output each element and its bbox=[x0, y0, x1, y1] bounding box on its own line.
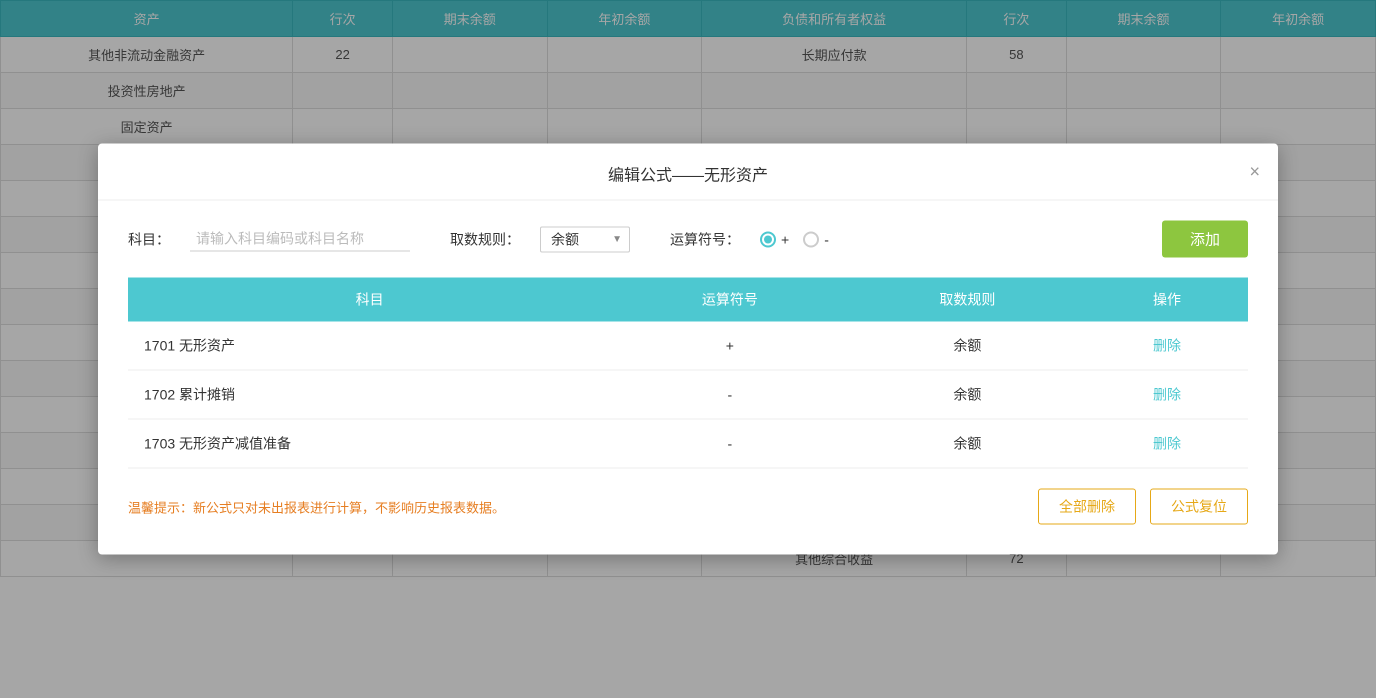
delete-row-link[interactable]: 删除 bbox=[1153, 387, 1181, 403]
add-button[interactable]: 添加 bbox=[1162, 221, 1248, 258]
edit-formula-modal: 编辑公式——无形资产 × 科目： 取数规则： 余额 借方 贷方 借方发生额 贷方… bbox=[98, 144, 1278, 555]
formula-rule-cell: 余额 bbox=[849, 419, 1086, 468]
operator-minus-radio[interactable]: - bbox=[803, 231, 829, 247]
modal-title: 编辑公式——无形资产 bbox=[608, 162, 768, 186]
modal-table-wrapper: 科目 运算符号 取数规则 操作 1701 无形资产+余额删除1702 累计摊销-… bbox=[128, 278, 1248, 469]
formula-subject-cell: 1701 无形资产 bbox=[128, 322, 611, 371]
modal-header: 编辑公式——无形资产 × bbox=[98, 144, 1278, 201]
delete-row-link[interactable]: 删除 bbox=[1153, 338, 1181, 354]
formula-table: 科目 运算符号 取数规则 操作 1701 无形资产+余额删除1702 累计摊销-… bbox=[128, 278, 1248, 469]
operator-plus-radio[interactable]: + bbox=[760, 231, 789, 247]
operator-plus-label: + bbox=[781, 231, 789, 247]
rule-select-wrapper: 余额 借方 贷方 借方发生额 贷方发生额 ▼ bbox=[540, 226, 630, 252]
formula-rule-cell: 余额 bbox=[849, 322, 1086, 371]
subject-input[interactable] bbox=[190, 227, 410, 252]
delete-all-button[interactable]: 全部删除 bbox=[1038, 489, 1136, 525]
formula-reset-button[interactable]: 公式复位 bbox=[1150, 489, 1248, 525]
form-row: 科目： 取数规则： 余额 借方 贷方 借方发生额 贷方发生额 ▼ 运算符号： +… bbox=[98, 201, 1278, 278]
formula-table-row: 1702 累计摊销-余额 删除 bbox=[128, 370, 1248, 419]
formula-action-cell: 删除 bbox=[1086, 322, 1248, 371]
formula-table-row: 1701 无形资产+余额 删除 bbox=[128, 322, 1248, 371]
th-action: 操作 bbox=[1086, 278, 1248, 322]
table-header-row: 科目 运算符号 取数规则 操作 bbox=[128, 278, 1248, 322]
operator-minus-label: - bbox=[824, 231, 829, 247]
footer-tip: 温馨提示：新公式只对未出报表进行计算，不影响历史报表数据。 bbox=[128, 497, 505, 516]
delete-row-link[interactable]: 删除 bbox=[1153, 436, 1181, 452]
formula-table-row: 1703 无形资产减值准备-余额 删除 bbox=[128, 419, 1248, 468]
operator-label: 运算符号： bbox=[670, 229, 740, 249]
th-rule: 取数规则 bbox=[849, 278, 1086, 322]
operator-radio-group: + - bbox=[760, 231, 829, 247]
rule-select[interactable]: 余额 借方 贷方 借方发生额 贷方发生额 bbox=[540, 226, 630, 252]
formula-subject-cell: 1703 无形资产减值准备 bbox=[128, 419, 611, 468]
th-operator: 运算符号 bbox=[611, 278, 848, 322]
radio-minus-circle bbox=[803, 231, 819, 247]
formula-action-cell: 删除 bbox=[1086, 419, 1248, 468]
modal-close-button[interactable]: × bbox=[1249, 163, 1260, 181]
formula-action-cell: 删除 bbox=[1086, 370, 1248, 419]
formula-operator-cell: + bbox=[611, 322, 848, 371]
formula-operator-cell: - bbox=[611, 419, 848, 468]
footer-buttons: 全部删除 公式复位 bbox=[1038, 489, 1248, 525]
th-subject: 科目 bbox=[128, 278, 611, 322]
formula-operator-cell: - bbox=[611, 370, 848, 419]
radio-plus-circle bbox=[760, 231, 776, 247]
rule-label: 取数规则： bbox=[450, 229, 520, 249]
modal-footer: 温馨提示：新公式只对未出报表进行计算，不影响历史报表数据。 全部删除 公式复位 bbox=[98, 469, 1278, 525]
subject-label: 科目： bbox=[128, 229, 170, 249]
formula-rule-cell: 余额 bbox=[849, 370, 1086, 419]
formula-subject-cell: 1702 累计摊销 bbox=[128, 370, 611, 419]
